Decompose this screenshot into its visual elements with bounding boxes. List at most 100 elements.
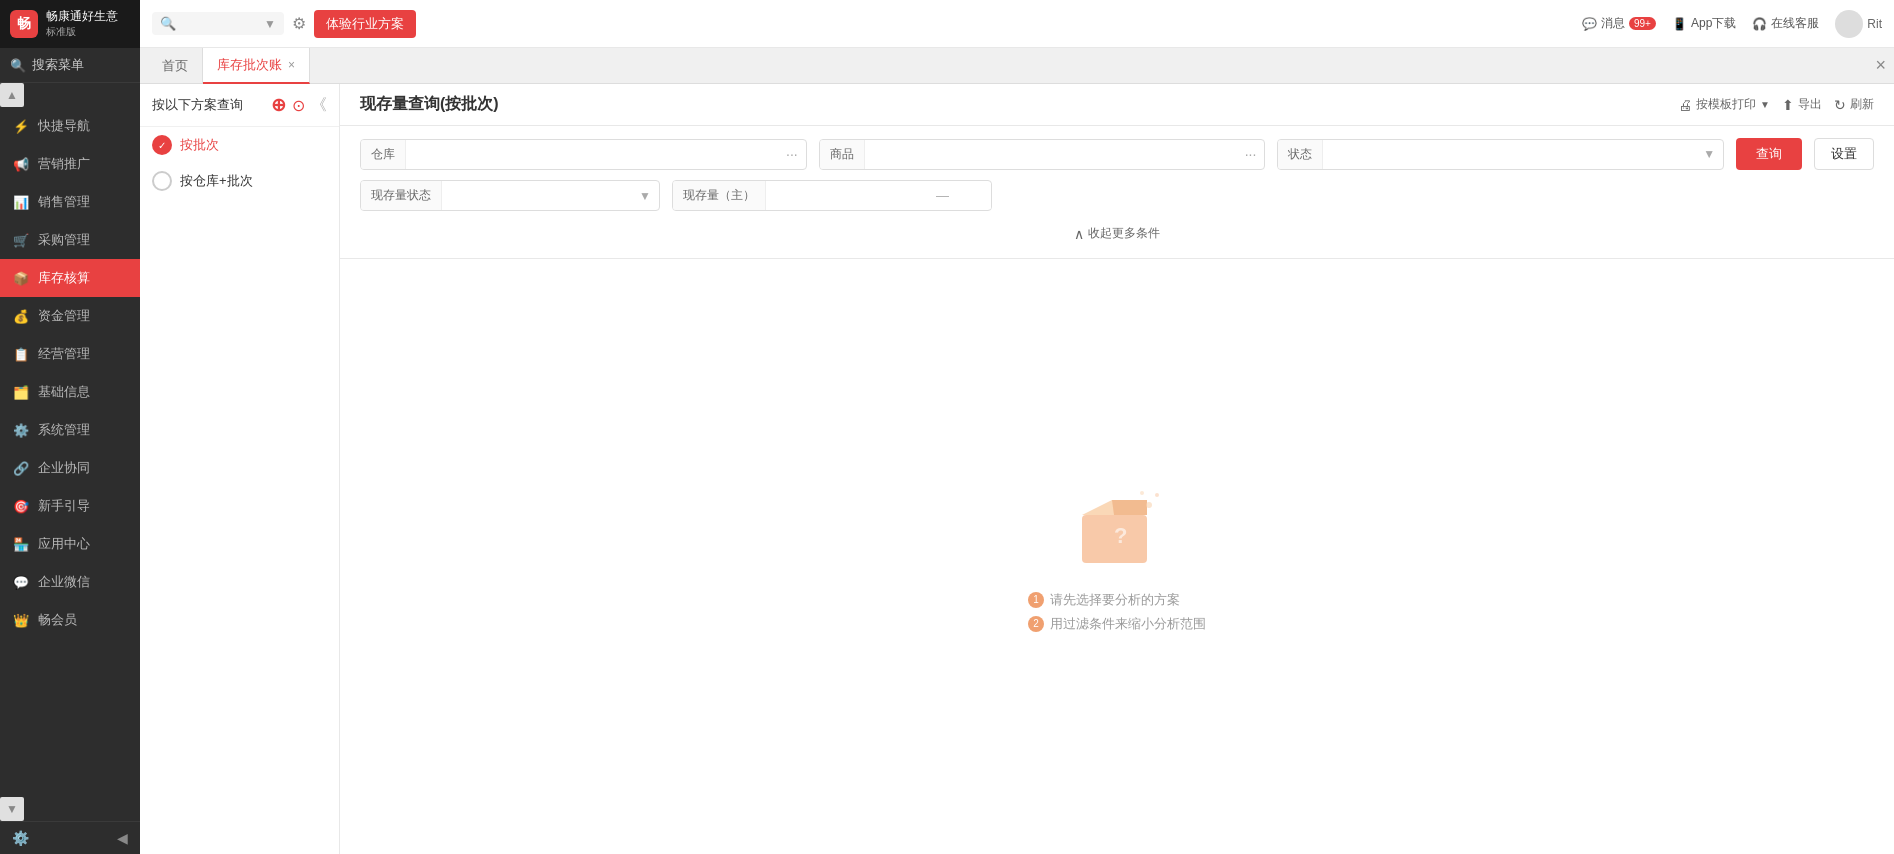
tip-number-1: 1: [1028, 592, 1044, 608]
scheme-item-pici[interactable]: ✓ 按批次: [140, 127, 339, 163]
collapse-sidebar-button[interactable]: ◀: [117, 830, 128, 846]
topbar-search-input[interactable]: [180, 17, 260, 31]
scheme-inactive-indicator: [152, 171, 172, 191]
sidebar-item-xitong[interactable]: ⚙️ 系统管理: [0, 411, 140, 449]
sidebar-item-kuaijie[interactable]: ⚡ 快捷导航: [0, 107, 140, 145]
inventory-status-label: 现存量状态: [361, 181, 442, 210]
collapse-panel-button[interactable]: 《: [311, 95, 327, 116]
collapse-button[interactable]: ∧ 收起更多条件: [1074, 221, 1160, 246]
inventory-main-to[interactable]: [953, 183, 992, 209]
nav-icon-qiye: 🔗: [12, 459, 30, 477]
tip-number-2: 2: [1028, 616, 1044, 632]
plus-icon: ⊕: [271, 94, 286, 116]
status-filter: 状态 ▼: [1277, 139, 1724, 170]
nav-icon-kucun: 📦: [12, 269, 30, 287]
sidebar-item-yingyong[interactable]: 🏪 应用中心: [0, 525, 140, 563]
scroll-up-button[interactable]: ▲: [0, 83, 24, 107]
chevron-left-icon: 《: [311, 95, 327, 116]
refresh-icon: ↻: [1834, 97, 1846, 113]
status-input[interactable]: [1323, 141, 1695, 167]
settings-button[interactable]: ⚙️: [12, 830, 29, 846]
settings-button[interactable]: 设置: [1814, 138, 1874, 170]
empty-icon: ?: [1067, 475, 1167, 575]
page-header: 现存量查询(按批次) 🖨 按模板打印 ▼ ⬆ 导出 ↻ 刷新: [340, 84, 1894, 126]
query-button[interactable]: 查询: [1736, 138, 1802, 170]
goods-more-icon[interactable]: ···: [1237, 140, 1265, 168]
refresh-button[interactable]: ↻ 刷新: [1834, 96, 1874, 113]
topbar-gear-icon[interactable]: ⚙: [292, 14, 306, 33]
nav-icon-qiyeweixin: 💬: [12, 573, 30, 591]
filter-area: 仓库 ··· 商品 ··· 状态 ▼ 查询 设置: [340, 126, 1894, 259]
sidebar-item-caigou[interactable]: 🛒 采购管理: [0, 221, 140, 259]
export-icon: ⬆: [1782, 97, 1794, 113]
app-edition: 标准版: [46, 25, 118, 39]
empty-illustration: ?: [1067, 475, 1167, 575]
close-panel-icon: ×: [1875, 55, 1886, 76]
nav-icon-caigou: 🛒: [12, 231, 30, 249]
nav-icon-zijin: 💰: [12, 307, 30, 325]
tab-home[interactable]: 首页: [148, 48, 203, 84]
inventory-status-input[interactable]: [442, 183, 631, 209]
nav-icon-xitong: ⚙️: [12, 421, 30, 439]
sidebar-item-zijin[interactable]: 💰 资金管理: [0, 297, 140, 335]
sidebar-footer: ⚙️ ◀: [0, 821, 140, 854]
nav-icon-yingxiao: 📢: [12, 155, 30, 173]
status-label: 状态: [1278, 140, 1323, 169]
user-action[interactable]: Rit: [1835, 10, 1882, 38]
messages-action[interactable]: 💬 消息 99+: [1582, 15, 1656, 32]
messages-badge: 99+: [1629, 17, 1656, 30]
app-download-icon: 📱: [1672, 17, 1687, 31]
sidebar-item-xinshou[interactable]: 🎯 新手引导: [0, 487, 140, 525]
sidebar-header: 畅 畅康通好生意 标准版: [0, 0, 140, 48]
print-icon: 🖨: [1678, 97, 1692, 113]
main-content: ? 1 请先选择要分析的方案 2: [340, 259, 1894, 854]
search-icon: 🔍: [10, 58, 26, 73]
experience-button[interactable]: 体验行业方案: [314, 10, 416, 38]
goods-filter: 商品 ···: [819, 139, 1266, 170]
inventory-status-filter: 现存量状态 ▼: [360, 180, 660, 211]
goods-input[interactable]: [865, 141, 1237, 167]
sidebar-item-qiye[interactable]: 🔗 企业协同: [0, 449, 140, 487]
sidebar-item-jichu[interactable]: 🗂️ 基础信息: [0, 373, 140, 411]
svg-marker-2: [1112, 500, 1147, 515]
search-menu[interactable]: 🔍 搜索菜单: [0, 48, 140, 83]
sidebar-item-yingxiao[interactable]: 📢 营销推广: [0, 145, 140, 183]
filter-row-2: 现存量状态 ▼ 现存量（主） —: [360, 180, 1874, 211]
sidebar-item-jingying[interactable]: 📋 经营管理: [0, 335, 140, 373]
export-button[interactable]: ⬆ 导出: [1782, 96, 1822, 113]
sidebar-item-qiyeweixin[interactable]: 💬 企业微信: [0, 563, 140, 601]
warehouse-more-icon[interactable]: ···: [778, 140, 806, 168]
inventory-main-filter: 现存量（主） —: [672, 180, 992, 211]
warehouse-filter: 仓库 ···: [360, 139, 807, 170]
filter-row-1: 仓库 ··· 商品 ··· 状态 ▼ 查询 设置: [360, 138, 1874, 170]
topbar-search-icon: 🔍: [160, 16, 176, 31]
status-dropdown-icon[interactable]: ▼: [1695, 141, 1723, 167]
sidebar-item-kucun[interactable]: 📦 库存核算: [0, 259, 140, 297]
range-dash: —: [932, 188, 953, 203]
topbar-search-box[interactable]: 🔍 ▼: [152, 12, 284, 35]
tab-close-icon[interactable]: ×: [288, 58, 295, 72]
filter-row-collapse: ∧ 收起更多条件: [360, 221, 1874, 246]
scheme-settings-button[interactable]: ⊙: [292, 96, 305, 115]
scroll-down-button[interactable]: ▼: [0, 797, 24, 821]
inventory-main-from[interactable]: [766, 183, 932, 209]
add-scheme-button[interactable]: ⊕: [271, 94, 286, 116]
print-button[interactable]: 🖨 按模板打印 ▼: [1678, 96, 1770, 113]
left-panel-title: 按以下方案查询: [152, 96, 243, 114]
settings-icon: ⊙: [292, 96, 305, 115]
app-download-action[interactable]: 📱 App下载: [1672, 15, 1736, 32]
avatar: [1835, 10, 1863, 38]
sidebar-item-changhui[interactable]: 👑 畅会员: [0, 601, 140, 639]
nav-icon-jichu: 🗂️: [12, 383, 30, 401]
tab-close-panel[interactable]: ×: [1875, 55, 1886, 76]
scheme-item-cangku-pici[interactable]: 按仓库+批次: [140, 163, 339, 199]
inventory-status-dropdown-icon[interactable]: ▼: [631, 183, 659, 209]
sidebar: 畅 畅康通好生意 标准版 🔍 搜索菜单 ▲ ⚡ 快捷导航 📢 营销推广 📊 销售…: [0, 0, 140, 854]
sidebar-item-xiaoshou[interactable]: 📊 销售管理: [0, 183, 140, 221]
left-panel-actions: ⊕ ⊙ 《: [271, 94, 327, 116]
svg-point-4: [1146, 502, 1152, 508]
tab-kucun-pici[interactable]: 库存批次账 ×: [203, 48, 310, 84]
online-service-action[interactable]: 🎧 在线客服: [1752, 15, 1819, 32]
warehouse-input[interactable]: [406, 141, 778, 167]
nav-icon-changhui: 👑: [12, 611, 30, 629]
